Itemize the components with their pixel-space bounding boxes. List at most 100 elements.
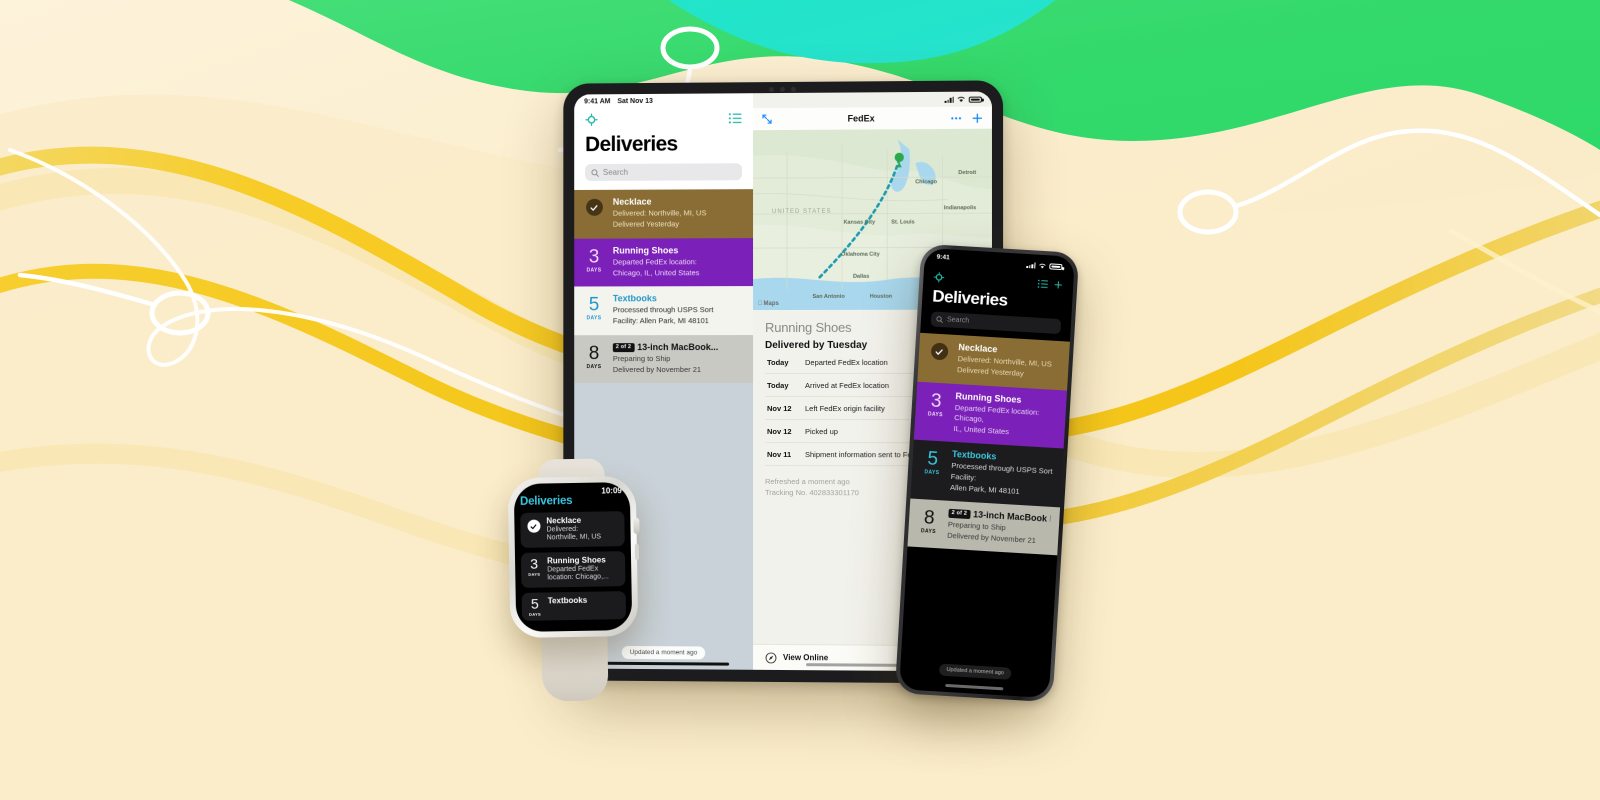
delivery-row[interactable]: Necklace Delivered: Northville, MI, US Del… <box>574 189 754 239</box>
tracking-event-date: Nov 11 <box>767 449 792 460</box>
delivery-row-lead: 8 DAYS <box>915 506 943 535</box>
delivered-check-badge <box>585 198 603 216</box>
tracking-event-date: Today <box>767 380 789 391</box>
iphone-home-indicator[interactable] <box>945 683 1004 691</box>
days-remaining-number: 3 <box>530 555 539 572</box>
gear-icon[interactable] <box>585 113 598 126</box>
watch-page-title: Deliveries <box>519 495 573 508</box>
tracking-event-text: Shipment information sent to FedEx <box>804 450 925 460</box>
tracking-event-date: Nov 12 <box>767 403 792 414</box>
days-label: DAYS <box>528 611 542 617</box>
package-count-badge: 2 of 2 <box>612 342 635 352</box>
watch-side-button[interactable] <box>634 543 640 560</box>
delivery-title-text: 13-inch MacBook... <box>637 341 719 352</box>
delivery-title: Textbooks <box>547 595 588 606</box>
delivery-row[interactable]: 8 DAYS 2 of 2 13-inch MacBook... Preparing t… <box>574 334 754 384</box>
delivery-status-line-2: Delivered by November 21 <box>612 365 702 375</box>
delivery-title-text: Necklace <box>958 342 998 355</box>
tracking-event-date: Nov 12 <box>767 426 792 437</box>
search-placeholder: Search <box>602 167 629 178</box>
list-options-icon[interactable] <box>728 112 743 124</box>
delivery-row-body: 2 of 2 13-inch MacBook... Preparing to Shi… <box>612 341 744 375</box>
search-input[interactable]: Search <box>930 311 1062 335</box>
days-remaining-number: 5 <box>530 595 539 612</box>
days-remaining-number: 8 <box>588 342 600 364</box>
delivery-title: Necklace <box>613 196 744 208</box>
page-title: Deliveries <box>585 132 678 157</box>
digital-crown[interactable] <box>633 517 640 534</box>
watch-delivery-list: Necklace Delivered: Northville, MI, US 3 DAY… <box>520 511 627 622</box>
delivery-row-lead <box>581 197 607 216</box>
delivery-row[interactable]: Necklace Delivered: Northville, MI, US Del… <box>917 332 1070 391</box>
delivery-row-lead: 5 DAYS <box>581 293 607 321</box>
delivered-check-badge <box>526 519 541 533</box>
watch-delivery-row[interactable]: Necklace Delivered: Northville, MI, US <box>520 511 625 549</box>
more-ellipsis-icon[interactable] <box>950 111 963 124</box>
list-options-icon[interactable] <box>1037 278 1049 289</box>
expand-collapse-icon[interactable] <box>761 113 773 125</box>
map-city-label: Detroit <box>958 170 977 177</box>
days-label: DAYS <box>528 571 541 577</box>
iphone-status-time: 9:41 <box>936 253 950 262</box>
checkmark-icon <box>935 348 943 355</box>
watch-delivery-row[interactable]: 3 DAYS Running Shoes Departed FedEx location… <box>520 551 626 589</box>
search-input[interactable]: Search <box>585 163 743 182</box>
delivery-row[interactable]: 5 DAYS Textbooks Processed through USPS Sor… <box>574 286 754 335</box>
apple-logo-icon:  <box>758 301 762 307</box>
map-city-label: UNITED STATES <box>772 208 832 216</box>
status-badge: Updated a moment ago <box>939 663 1012 680</box>
screenshot-stage: 9:41 AM Sat Nov 13 Deliveries Search Nec… <box>0 0 1600 800</box>
delivery-status-line-2: Delivered Yesterday <box>612 219 680 230</box>
delivery-row-body: Running Shoes Departed FedEx location: Ch… <box>953 391 1057 441</box>
watch-delivery-row[interactable]: 5 DAYS Textbooks <box>521 591 627 622</box>
delivery-title: Running Shoes <box>613 245 744 257</box>
detail-navbar: FedEx <box>753 106 992 131</box>
tracking-event-date: Today <box>767 357 789 368</box>
iphone-delivery-list: Necklace Delivered: Northville, MI, US Del… <box>907 332 1070 556</box>
delivery-status-line-1: Delivered: Northville, MI, US <box>612 208 707 219</box>
iphone-device: 9:41 Deliveries Search Necklace Delivere… <box>894 243 1080 703</box>
watch-row-lead: 5 DAYS <box>527 595 543 617</box>
apple-watch-device: 10:09 Deliveries Necklace Delivered: North… <box>507 458 640 702</box>
delivery-row-body: 2 of 213-inch MacBook ProPreparing to Sh… <box>947 508 1051 547</box>
search-placeholder: Search <box>946 316 970 325</box>
watch-row-body: Textbooks <box>548 595 621 606</box>
delivery-row-body: Textbooks Processed through USPS Sort Faci… <box>613 293 744 327</box>
delivery-status-line-2: Northville, MI, US <box>546 533 602 542</box>
days-label: DAYS <box>927 410 944 418</box>
delivery-status-line-1: Departed FedEx location: <box>612 257 697 267</box>
days-remaining-number: 5 <box>926 448 939 471</box>
delivery-title-text: Textbooks <box>612 293 657 304</box>
plus-icon[interactable] <box>1053 279 1064 290</box>
watch-row-body: Running Shoes Departed FedEx location: Chi… <box>547 555 620 583</box>
delivery-row-lead <box>926 340 953 361</box>
delivery-status-line-1: Processed through USPS Sort <box>612 305 714 315</box>
ipad-mic-dot <box>790 86 796 92</box>
ipad-camera-bar <box>707 85 857 92</box>
tracking-event-text: Arrived at FedEx location <box>804 380 890 391</box>
delivery-status-line-2: Facility: Allen Park, MI 48101 <box>612 316 709 326</box>
delivery-row-lead: 3 DAYS <box>922 389 950 418</box>
delivery-status-line-1: Preparing to Ship <box>612 353 671 363</box>
delivery-row[interactable]: 3 DAYS Running Shoes Departed FedEx locatio… <box>574 237 754 287</box>
ipad-sidebar-toolbar <box>585 110 743 127</box>
tracking-event-text: Left FedEx origin facility <box>804 404 885 414</box>
map-city-label: Oklahoma City <box>841 252 880 259</box>
iphone-footer: Updated a moment ago <box>900 661 1050 682</box>
checkmark-icon <box>589 202 599 212</box>
delivery-row-body: Necklace Delivered: Northville, MI, US Del… <box>613 196 744 230</box>
delivery-row[interactable]: 5 DAYS Textbooks Processed through USPS Sor… <box>910 439 1064 508</box>
search-icon <box>591 169 599 177</box>
watch-screen: 10:09 Deliveries Necklace Delivered: North… <box>513 481 633 633</box>
gear-icon[interactable] <box>933 271 945 283</box>
search-icon <box>936 316 943 324</box>
watch-row-lead <box>525 517 541 533</box>
map-attribution:  Maps <box>758 301 779 307</box>
plus-icon[interactable] <box>971 111 984 124</box>
delivery-row[interactable]: 8DAYS2 of 213-inch MacBook ProPreparing … <box>907 498 1061 556</box>
map-city-label: St. Louis <box>891 219 915 226</box>
delivery-row[interactable]: 3 DAYS Running Shoes Departed FedEx locatio… <box>913 381 1068 449</box>
delivery-row-lead: 8 DAYS <box>581 342 607 370</box>
map-city-label: Houston <box>869 293 893 300</box>
tracking-event-text: Picked up <box>804 427 838 437</box>
